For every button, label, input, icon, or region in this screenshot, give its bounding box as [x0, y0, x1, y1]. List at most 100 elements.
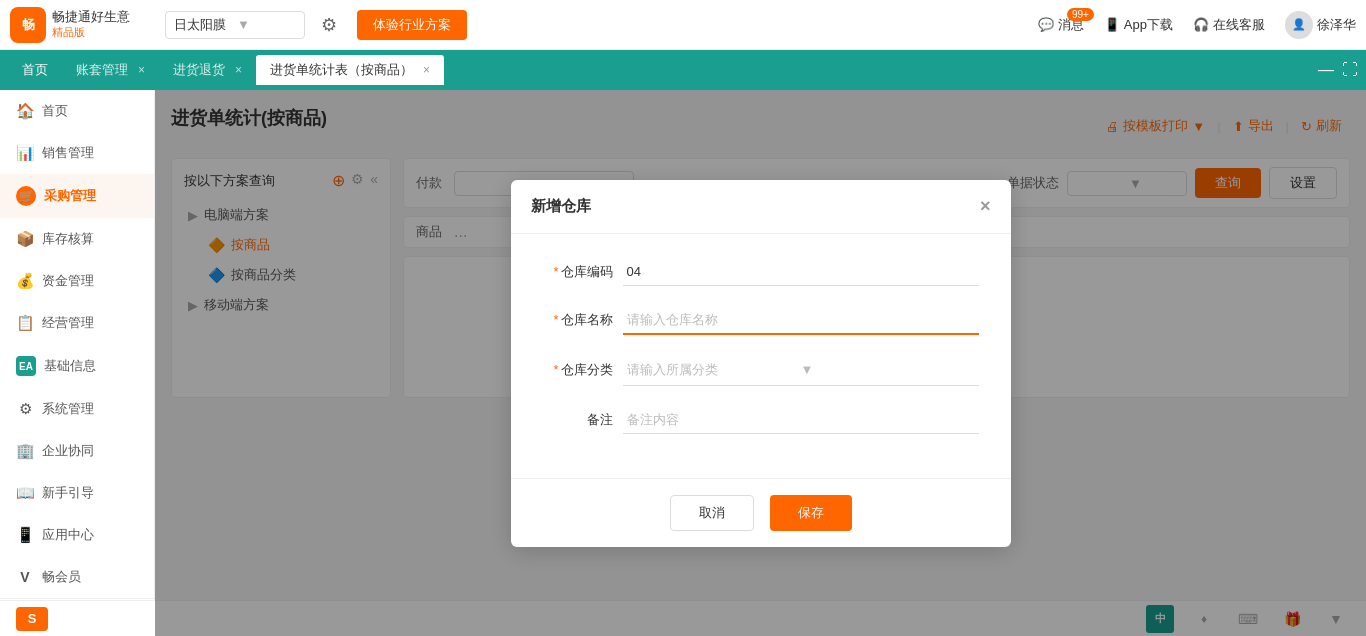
form-row-name: 仓库名称 — [543, 306, 979, 335]
tab-minimize-icon[interactable]: — — [1318, 61, 1334, 79]
sales-icon: 📊 — [16, 144, 34, 162]
messages-badge: 99+ — [1067, 8, 1094, 21]
dialog-close-icon[interactable]: × — [980, 196, 991, 217]
tab-purchase-stats[interactable]: 进货单统计表（按商品） × — [256, 55, 444, 85]
sidebar-label-member: 畅会员 — [42, 568, 81, 586]
cancel-button[interactable]: 取消 — [670, 495, 754, 531]
main-layout: 🏠 首页 📊 销售管理 🛒 采购管理 📦 库存核算 💰 资金管理 📋 经营管理 … — [0, 90, 1366, 636]
right-nav: 💬 消息 99+ 📱 App下载 🎧 在线客服 👤 徐泽华 — [1038, 11, 1356, 39]
online-service-label: 在线客服 — [1213, 16, 1265, 34]
phone-icon: 📱 — [1104, 17, 1120, 32]
sidebar-label-inventory: 库存核算 — [42, 230, 94, 248]
name-input[interactable] — [623, 306, 979, 335]
messages-nav-item[interactable]: 💬 消息 99+ — [1038, 16, 1084, 34]
tab-home[interactable]: 首页 — [8, 55, 62, 85]
user-avatar: 👤 — [1285, 11, 1313, 39]
dialog-body: 仓库编码 仓库名称 仓库分类 请输入所属分类 ▼ — [511, 234, 1011, 478]
tab-purchase-stats-close[interactable]: × — [423, 63, 430, 77]
inventory-icon: 📦 — [16, 230, 34, 248]
logo-icon: 畅 — [10, 7, 46, 43]
sidebar-label-enterprise: 企业协同 — [42, 442, 94, 460]
tab-actions: — ⛶ — [1318, 61, 1358, 79]
form-row-code: 仓库编码 — [543, 258, 979, 286]
logo-area: 畅 畅捷通好生意 精品版 — [10, 7, 165, 43]
sidebar-item-member[interactable]: V 畅会员 — [0, 556, 154, 598]
code-label: 仓库编码 — [543, 263, 623, 281]
sidebar-item-finance[interactable]: 💰 资金管理 — [0, 260, 154, 302]
online-service-item[interactable]: 🎧 在线客服 — [1193, 16, 1265, 34]
app-download-item[interactable]: 📱 App下载 — [1104, 16, 1173, 34]
tab-account-label: 账套管理 — [76, 61, 128, 79]
base-info-icon: EA — [16, 356, 36, 376]
remark-input[interactable] — [623, 406, 979, 434]
sidebar-item-sales[interactable]: 📊 销售管理 — [0, 132, 154, 174]
dialog-header: 新增仓库 × — [511, 180, 1011, 234]
sidebar-item-system[interactable]: ⚙ 系统管理 — [0, 388, 154, 430]
logo-title: 畅捷通好生意 — [52, 9, 130, 26]
sidebar-label-finance: 资金管理 — [42, 272, 94, 290]
top-bar: 畅 畅捷通好生意 精品版 日太阳膜 ▼ ⚙ 体验行业方案 💬 消息 99+ 📱 … — [0, 0, 1366, 50]
new-warehouse-dialog: 新增仓库 × 仓库编码 仓库名称 仓库分类 — [511, 180, 1011, 547]
store-chevron-icon: ▼ — [237, 17, 296, 32]
sidebar-item-base-info[interactable]: EA 基础信息 — [0, 344, 154, 388]
trial-button[interactable]: 体验行业方案 — [357, 10, 467, 40]
name-label: 仓库名称 — [543, 311, 623, 329]
enterprise-icon: 🏢 — [16, 442, 34, 460]
dialog-title: 新增仓库 — [531, 197, 591, 216]
finance-icon: 💰 — [16, 272, 34, 290]
store-name: 日太阳膜 — [174, 16, 233, 34]
headset-icon: 🎧 — [1193, 17, 1209, 32]
sidebar-label-system: 系统管理 — [42, 400, 94, 418]
user-name: 徐泽华 — [1317, 16, 1356, 34]
app-center-icon: 📱 — [16, 526, 34, 544]
logo-sub: 精品版 — [52, 25, 130, 40]
tab-bar: 首页 账套管理 × 进货退货 × 进货单统计表（按商品） × — ⛶ — [0, 50, 1366, 90]
sidebar-label-purchase: 采购管理 — [44, 187, 96, 205]
sidebar-label-home: 首页 — [42, 102, 68, 120]
sidebar-label-app-center: 应用中心 — [42, 526, 94, 544]
tab-purchase-stats-label: 进货单统计表（按商品） — [270, 61, 413, 79]
message-icon: 💬 — [1038, 17, 1054, 32]
tab-home-label: 首页 — [22, 61, 48, 79]
category-label: 仓库分类 — [543, 361, 623, 379]
s-logo: S — [16, 607, 48, 631]
tab-expand-icon[interactable]: ⛶ — [1342, 61, 1358, 79]
code-input[interactable] — [623, 258, 979, 286]
purchase-icon: 🛒 — [16, 186, 36, 206]
form-row-category: 仓库分类 请输入所属分类 ▼ — [543, 355, 979, 386]
sidebar-item-home[interactable]: 🏠 首页 — [0, 90, 154, 132]
guide-icon: 📖 — [16, 484, 34, 502]
sidebar: 🏠 首页 📊 销售管理 🛒 采购管理 📦 库存核算 💰 资金管理 📋 经营管理 … — [0, 90, 155, 636]
operations-icon: 📋 — [16, 314, 34, 332]
sidebar-item-inventory[interactable]: 📦 库存核算 — [0, 218, 154, 260]
tab-account-close[interactable]: × — [138, 63, 145, 77]
sidebar-label-sales: 销售管理 — [42, 144, 94, 162]
sidebar-label-operations: 经营管理 — [42, 314, 94, 332]
nav-icons: ⚙ 体验行业方案 — [321, 10, 467, 40]
category-select[interactable]: 请输入所属分类 ▼ — [623, 355, 979, 386]
remark-label: 备注 — [543, 411, 623, 429]
sidebar-item-operations[interactable]: 📋 经营管理 — [0, 302, 154, 344]
tab-account[interactable]: 账套管理 × — [62, 55, 159, 85]
category-placeholder: 请输入所属分类 — [627, 361, 801, 379]
tab-purchase-return-close[interactable]: × — [235, 63, 242, 77]
sidebar-item-enterprise[interactable]: 🏢 企业协同 — [0, 430, 154, 472]
home-icon: 🏠 — [16, 102, 34, 120]
sidebar-item-purchase[interactable]: 🛒 采购管理 — [0, 174, 154, 218]
category-dropdown-icon: ▼ — [801, 362, 975, 377]
user-profile-item[interactable]: 👤 徐泽华 — [1285, 11, 1356, 39]
content-area: 进货单统计(按商品) 🖨 按模板打印 ▼ | ⬆ 导出 | ↻ 刷新 — [155, 90, 1366, 636]
system-icon: ⚙ — [16, 400, 34, 418]
app-download-label: App下载 — [1124, 16, 1173, 34]
sidebar-item-guide[interactable]: 📖 新手引导 — [0, 472, 154, 514]
store-selector[interactable]: 日太阳膜 ▼ — [165, 11, 305, 39]
form-row-remark: 备注 — [543, 406, 979, 434]
sidebar-item-app-center[interactable]: 📱 应用中心 — [0, 514, 154, 556]
save-button[interactable]: 保存 — [770, 495, 852, 531]
tab-purchase-return-label: 进货退货 — [173, 61, 225, 79]
member-icon: V — [16, 568, 34, 586]
sidebar-label-base-info: 基础信息 — [44, 357, 96, 375]
sidebar-label-guide: 新手引导 — [42, 484, 94, 502]
settings-icon[interactable]: ⚙ — [321, 14, 337, 36]
tab-purchase-return[interactable]: 进货退货 × — [159, 55, 256, 85]
